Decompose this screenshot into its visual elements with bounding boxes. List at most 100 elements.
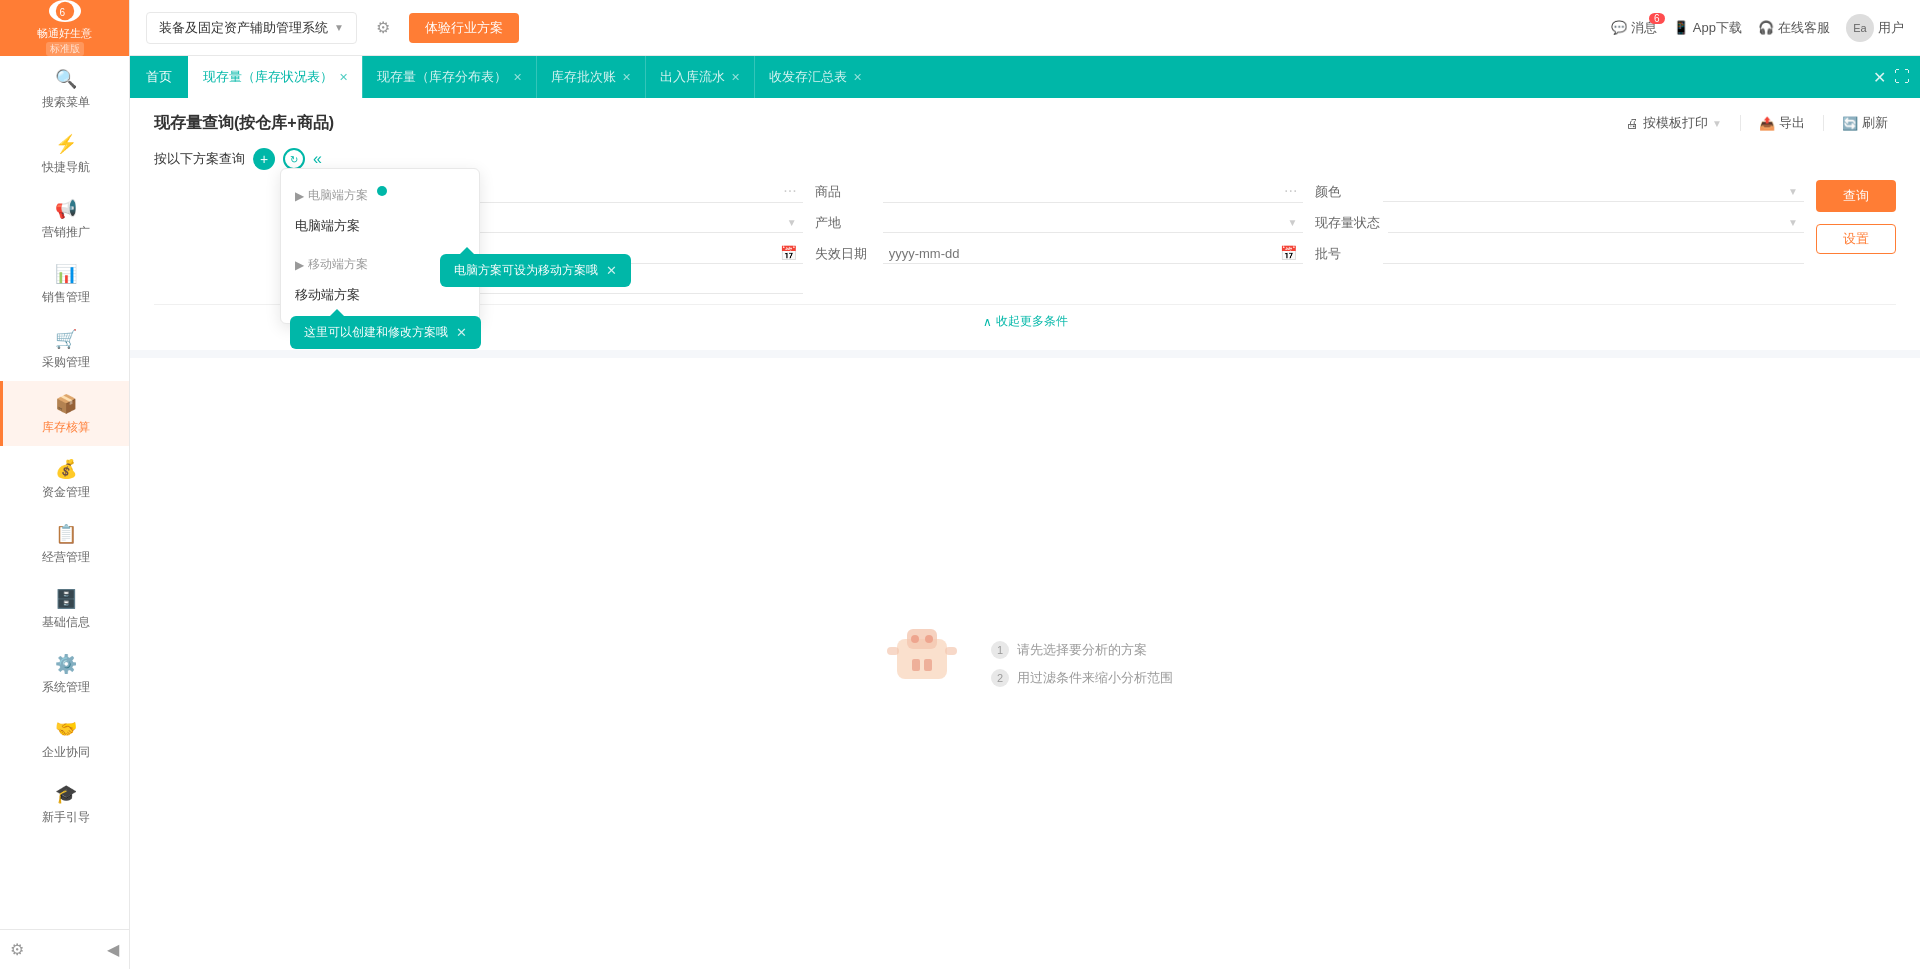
origin-input[interactable] (889, 215, 1288, 230)
triangle-icon: ▶ (295, 189, 304, 203)
sidebar-item-guide-label: 新手引导 (42, 809, 90, 826)
online-service-label: 在线客服 (1778, 19, 1830, 37)
tooltip-edit-close[interactable]: ✕ (456, 325, 467, 340)
stock-status-caret[interactable]: ▼ (1788, 217, 1798, 228)
sidebar-item-enterprise-label: 企业协同 (42, 744, 90, 761)
color-input[interactable] (1389, 184, 1788, 199)
collapse-label: 收起更多条件 (996, 313, 1068, 330)
svg-rect-7 (924, 659, 932, 671)
prod-date-calendar-icon[interactable]: 📅 (780, 245, 797, 261)
sidebar: 6 畅通好生意 标准版 🔍 搜索菜单 ⚡ 快捷导航 📢 营销推广 📊 销售管理 … (0, 0, 130, 969)
refresh-btn[interactable]: 🔄 刷新 (1834, 110, 1896, 136)
sidebar-item-operations[interactable]: 📋 经营管理 (0, 511, 129, 576)
stock-status-select[interactable]: ▼ (1388, 213, 1804, 233)
sidebar-item-basics[interactable]: 🗄️ 基础信息 (0, 576, 129, 641)
tab-in-out-flow-close[interactable]: ✕ (731, 71, 740, 84)
sidebar-item-search[interactable]: 🔍 搜索菜单 (0, 56, 129, 121)
filter-refresh-btn[interactable]: ↻ (283, 148, 305, 170)
origin-caret[interactable]: ▼ (1287, 217, 1297, 228)
sidebar-logo: 6 畅通好生意 标准版 (0, 0, 129, 56)
goods-dots[interactable]: ··· (1284, 182, 1297, 200)
tab-inventory-distribution[interactable]: 现存量（库存分布表） ✕ (362, 56, 536, 98)
system-selector[interactable]: 装备及固定资产辅助管理系统 ▼ (146, 12, 357, 44)
refresh-label: 刷新 (1862, 114, 1888, 132)
origin-select[interactable]: ▼ (883, 213, 1304, 233)
svg-rect-9 (945, 647, 957, 655)
purchase-nav-icon: 🛒 (55, 328, 77, 350)
expiry-date-calendar-icon[interactable]: 📅 (1280, 245, 1297, 261)
sidebar-item-purchase[interactable]: 🛒 采购管理 (0, 316, 129, 381)
sidebar-settings-btn[interactable]: ⚙ (10, 940, 24, 959)
empty-state: 1 请先选择要分析的方案 2 用过滤条件来缩小分析范围 (130, 358, 1920, 969)
scheme-item-pc[interactable]: 电脑端方案 (281, 210, 479, 242)
tab-summary-close[interactable]: ✕ (853, 71, 862, 84)
sidebar-item-guide[interactable]: 🎓 新手引导 (0, 771, 129, 836)
stock-main-to[interactable] (612, 276, 797, 291)
industry-btn[interactable]: 体验行业方案 (409, 13, 519, 43)
sidebar-item-system[interactable]: ⚙️ 系统管理 (0, 641, 129, 706)
batch-field[interactable] (1389, 246, 1798, 261)
tab-inventory-distribution-close[interactable]: ✕ (513, 71, 522, 84)
sidebar-item-shortcut-label: 快捷导航 (42, 159, 90, 176)
sidebar-item-finance[interactable]: 💰 资金管理 (0, 446, 129, 511)
message-btn[interactable]: 💬 消息 6 (1611, 19, 1657, 37)
sidebar-nav: 🔍 搜索菜单 ⚡ 快捷导航 📢 营销推广 📊 销售管理 🛒 采购管理 📦 库存核… (0, 56, 129, 929)
tab-inventory-status[interactable]: 现存量（库存状况表） ✕ (188, 56, 362, 98)
finance-nav-icon: 💰 (55, 458, 77, 480)
expiry-date-input[interactable]: 📅 (883, 243, 1304, 264)
goods-select[interactable]: ··· (883, 180, 1304, 203)
filter-back-btn[interactable]: « (313, 150, 322, 168)
shortcut-nav-icon: ⚡ (55, 133, 77, 155)
tooltip-scheme-close[interactable]: ✕ (606, 263, 617, 278)
printer-icon: 🖨 (1626, 116, 1639, 131)
tab-batch-account-close[interactable]: ✕ (622, 71, 631, 84)
color-caret[interactable]: ▼ (1788, 186, 1798, 197)
fullscreen-btn[interactable]: ⛶ (1894, 68, 1910, 86)
sidebar-collapse-btn[interactable]: ◀ (107, 940, 119, 959)
goods-input[interactable] (889, 184, 1284, 199)
export-icon: 📤 (1759, 116, 1775, 131)
svg-rect-6 (912, 659, 920, 671)
tab-in-out-flow[interactable]: 出入库流水 ✕ (645, 56, 754, 98)
sidebar-item-inventory[interactable]: 📦 库存核算 (0, 381, 129, 446)
export-btn[interactable]: 📤 导出 (1751, 110, 1813, 136)
sidebar-item-sales[interactable]: 📊 销售管理 (0, 251, 129, 316)
sidebar-item-shortcut[interactable]: ⚡ 快捷导航 (0, 121, 129, 186)
sidebar-item-operations-label: 经营管理 (42, 549, 90, 566)
app-download-btn[interactable]: 📱 App下载 (1673, 19, 1742, 37)
tab-home[interactable]: 首页 (130, 56, 188, 98)
stock-status-label: 现存量状态 (1315, 214, 1380, 232)
sidebar-item-inventory-label: 库存核算 (42, 419, 90, 436)
tip-text-1: 请先选择要分析的方案 (1017, 641, 1147, 659)
search-nav-icon: 🔍 (55, 68, 77, 90)
stock-status-input[interactable] (1394, 215, 1788, 230)
empty-illustration (877, 609, 967, 718)
operations-nav-icon: 📋 (55, 523, 77, 545)
warehouse-dots[interactable]: ··· (783, 182, 796, 200)
online-service-btn[interactable]: 🎧 在线客服 (1758, 19, 1830, 37)
sidebar-item-marketing[interactable]: 📢 营销推广 (0, 186, 129, 251)
filter-field-expiry-date: 失效日期 📅 (815, 243, 1304, 264)
tooltip-scheme-text: 电脑方案可设为移动方案哦 (454, 262, 598, 279)
divider-1 (1740, 115, 1741, 131)
color-select[interactable]: ▼ (1383, 182, 1804, 202)
query-btn[interactable]: 查询 (1816, 180, 1896, 212)
settings-gear-btn[interactable]: ⚙ (367, 12, 399, 44)
page-header: 现存量查询(按仓库+商品) 🖨 按模板打印 ▼ 📤 导出 🔄 刷新 (130, 98, 1920, 136)
tab-batch-account[interactable]: 库存批次账 ✕ (536, 56, 645, 98)
close-all-tabs-btn[interactable]: ✕ (1873, 68, 1886, 87)
tab-summary[interactable]: 收发存汇总表 ✕ (754, 56, 876, 98)
setup-btn[interactable]: 设置 (1816, 224, 1896, 254)
tab-inventory-status-close[interactable]: ✕ (339, 71, 348, 84)
top-header-right: 💬 消息 6 📱 App下载 🎧 在线客服 Ea 用户 (1611, 14, 1904, 42)
print-btn[interactable]: 🖨 按模板打印 ▼ (1618, 110, 1730, 136)
size-caret[interactable]: ▼ (787, 217, 797, 228)
sidebar-item-enterprise[interactable]: 🤝 企业协同 (0, 706, 129, 771)
tab-batch-account-label: 库存批次账 (551, 68, 616, 86)
filter-section: 按以下方案查询 + ↻ « ▶ 电脑端方案 电脑端方案 (130, 136, 1920, 350)
expiry-date-field[interactable] (889, 246, 1277, 261)
user-area[interactable]: Ea 用户 (1846, 14, 1904, 42)
enterprise-nav-icon: 🤝 (55, 718, 77, 740)
batch-input[interactable] (1383, 244, 1804, 264)
filter-add-btn[interactable]: + (253, 148, 275, 170)
